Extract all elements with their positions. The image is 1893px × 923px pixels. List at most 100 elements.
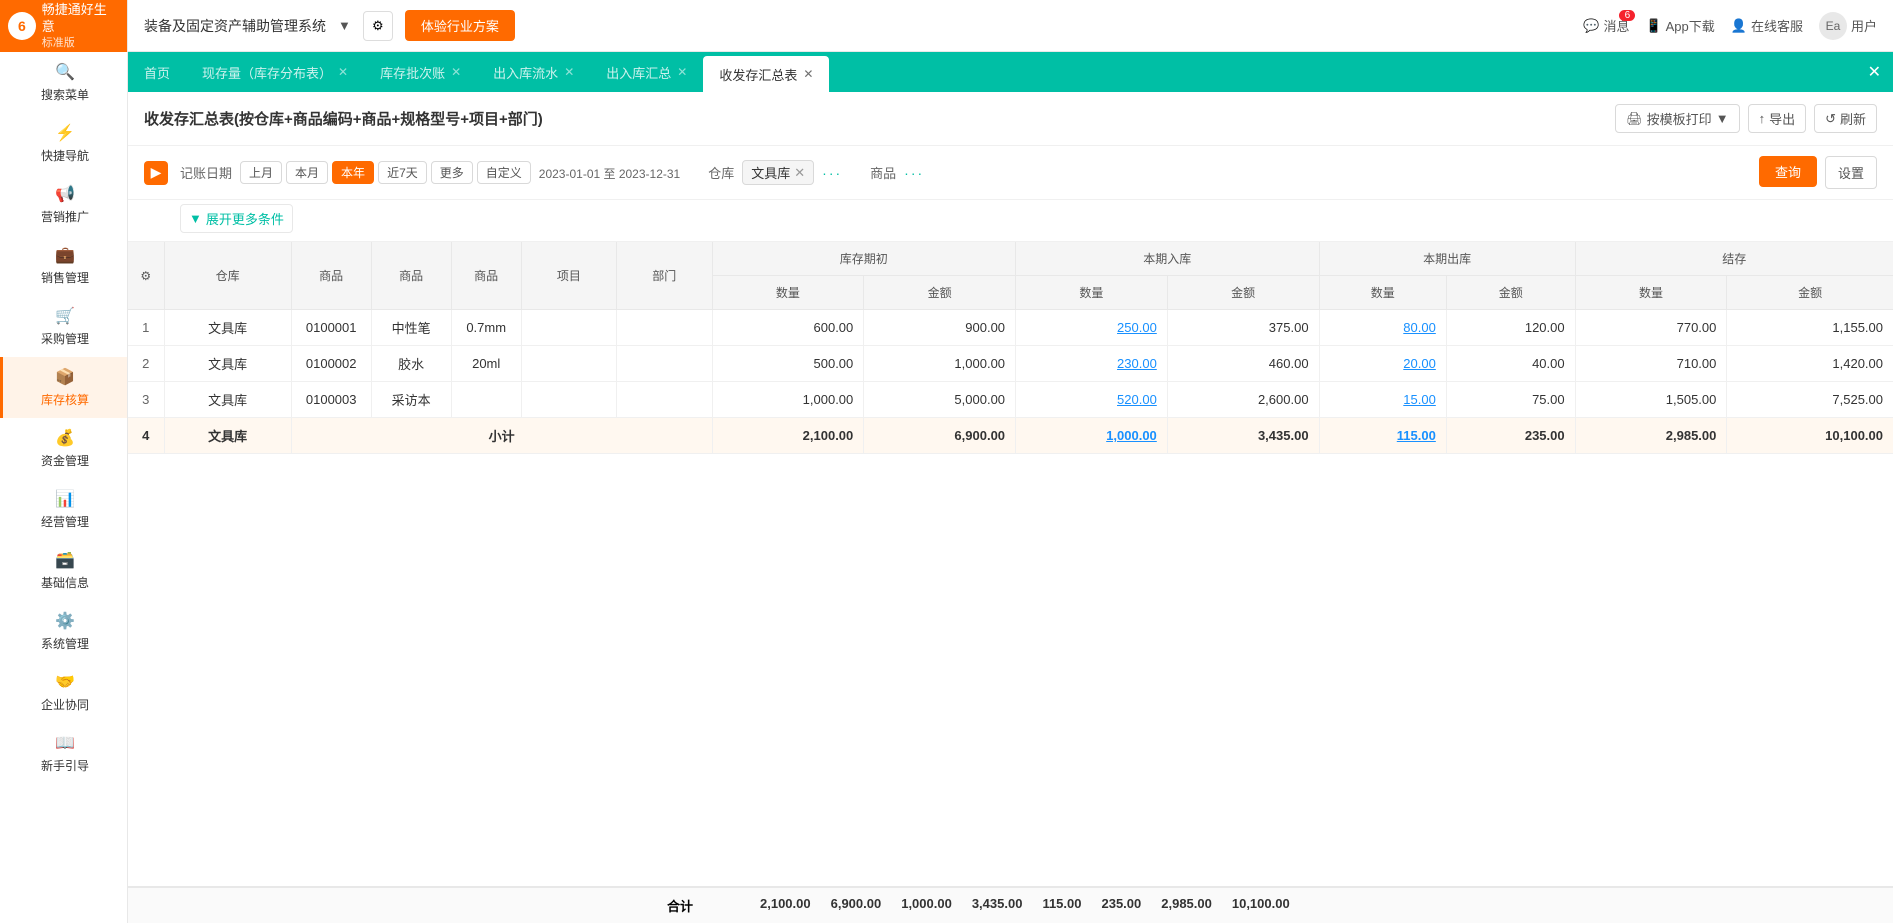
sidebar-item-库存核算[interactable]: 📦库存核算: [0, 357, 127, 418]
footer-project: [490, 896, 550, 915]
row-out-qty[interactable]: 20.00: [1319, 346, 1446, 382]
row-project: [521, 310, 616, 346]
row-bal-qty: 710.00: [1575, 346, 1727, 382]
page-header: 收发存汇总表(按仓库+商品编码+商品+规格型号+项目+部门) 🖨 按模板打印 ▼…: [128, 92, 1893, 146]
page-footer: 合计 2,100.00 6,900.00 1,000.00 3,435.00 1…: [128, 886, 1893, 923]
menu-icon: 💼: [55, 245, 75, 265]
tab-出入库汇总[interactable]: 出入库汇总✕: [590, 52, 703, 92]
th-in-qty: 数量: [1016, 276, 1168, 310]
query-button[interactable]: 查询: [1759, 156, 1817, 187]
date-btn-上月[interactable]: 上月: [240, 161, 282, 184]
menu-label: 销售管理: [41, 269, 89, 286]
sidebar-menu: 🔍搜索菜单⚡快捷导航📢营销推广 💼 销售管理 🛒采购管理📦库存核算💰资金管理📊经营管理…: [0, 52, 127, 784]
date-btn-自定义[interactable]: 自定义: [477, 161, 531, 184]
subtotal-out-qty[interactable]: 115.00: [1319, 418, 1446, 454]
tab-close-icon[interactable]: ✕: [451, 65, 461, 79]
filter-right-actions: 查询 设置: [1759, 156, 1877, 189]
th-begin-qty: 数量: [712, 276, 864, 310]
th-dept: 部门: [617, 242, 712, 310]
subtotal-bal-qty: 2,985.00: [1575, 418, 1727, 454]
sidebar-item-搜索菜单[interactable]: 🔍搜索菜单: [0, 52, 127, 113]
system-dropdown[interactable]: ▼: [338, 18, 351, 33]
row-spec: 20ml: [451, 346, 521, 382]
warehouse-tag-close[interactable]: ✕: [794, 165, 805, 181]
subtotal-begin-amount: 6,900.00: [864, 418, 1016, 454]
th-in-amount: 金额: [1167, 276, 1319, 310]
tab-close-icon[interactable]: ✕: [338, 65, 348, 79]
tab-close-icon[interactable]: ✕: [677, 65, 687, 79]
row-bal-qty: 770.00: [1575, 310, 1727, 346]
row-begin-amount: 900.00: [864, 310, 1016, 346]
row-bal-amount: 1,420.00: [1727, 346, 1893, 382]
sidebar-item-营销推广[interactable]: 📢营销推广: [0, 174, 127, 235]
tab-label: 首页: [144, 63, 170, 82]
topbar-left: 装备及固定资产辅助管理系统 ▼ ⚙ 体验行业方案: [144, 10, 515, 41]
print-button[interactable]: 🖨 按模板打印 ▼: [1615, 104, 1739, 133]
tab-首页[interactable]: 首页: [128, 52, 186, 92]
sidebar-item-基础信息[interactable]: 🗃️基础信息: [0, 540, 127, 601]
row-begin-qty: 600.00: [712, 310, 864, 346]
row-in-qty[interactable]: 250.00: [1016, 310, 1168, 346]
sidebar-item-企业协同[interactable]: 🤝企业协同: [0, 662, 127, 723]
date-btn-更多[interactable]: 更多: [431, 161, 473, 184]
warehouse-more[interactable]: ···: [822, 165, 842, 181]
row-out-qty[interactable]: 15.00: [1319, 382, 1446, 418]
row-num: 1: [128, 310, 164, 346]
filter-toggle[interactable]: ▶: [144, 161, 168, 185]
tab-label: 库存批次账: [380, 63, 445, 82]
refresh-button[interactable]: ↺ 刷新: [1814, 104, 1877, 133]
main-content: 装备及固定资产辅助管理系统 ▼ ⚙ 体验行业方案 💬 消息 6 📱 App下载 …: [128, 0, 1893, 923]
filter-bar: ▶ 记账日期 上月本月本年近7天更多自定义 2023-01-01 至 2023-…: [128, 146, 1893, 200]
date-btn-本月[interactable]: 本月: [286, 161, 328, 184]
subtotal-in-amount: 3,435.00: [1167, 418, 1319, 454]
trial-button[interactable]: 体验行业方案: [405, 10, 515, 41]
subtotal-in-qty[interactable]: 1,000.00: [1016, 418, 1168, 454]
date-btn-本年[interactable]: 本年: [332, 161, 374, 184]
sidebar-item-系统管理[interactable]: ⚙️系统管理: [0, 601, 127, 662]
th-begin: 库存期初: [712, 242, 1016, 276]
tab-close-icon[interactable]: ✕: [803, 67, 813, 81]
sidebar-item-快捷导航[interactable]: ⚡快捷导航: [0, 113, 127, 174]
menu-icon: ⚙️: [55, 611, 75, 631]
row-bal-amount: 1,155.00: [1727, 310, 1893, 346]
th-balance: 结存: [1575, 242, 1893, 276]
table-row: 1 文具库 0100001 中性笔 0.7mm 600.00 900.00 25…: [128, 310, 1893, 346]
expand-conditions-button[interactable]: ▼ 展开更多条件: [180, 204, 293, 233]
page-actions: 🖨 按模板打印 ▼ ↑ 导出 ↺ 刷新: [1615, 104, 1877, 133]
sidebar-item-经营管理[interactable]: 📊经营管理: [0, 479, 127, 540]
close-all-tabs[interactable]: ✕: [1856, 52, 1893, 92]
warehouse-tag: 文具库 ✕: [742, 160, 814, 185]
filter-settings-button[interactable]: 设置: [1825, 156, 1877, 189]
sidebar-item-资金管理[interactable]: 💰资金管理: [0, 418, 127, 479]
sidebar-item-新手引导[interactable]: 📖新手引导: [0, 723, 127, 784]
goods-more[interactable]: ···: [904, 165, 924, 181]
tab-出入库流水[interactable]: 出入库流水✕: [477, 52, 590, 92]
tab-现存量（库存分布表）[interactable]: 现存量（库存分布表）✕: [186, 52, 364, 92]
user-button[interactable]: Ea 用户: [1819, 12, 1877, 40]
row-dept: [617, 310, 712, 346]
menu-icon: 📊: [55, 489, 75, 509]
tab-库存批次账[interactable]: 库存批次账 ✕: [364, 52, 477, 92]
app-download-button[interactable]: 📱 App下载: [1645, 16, 1714, 35]
th-settings[interactable]: ⚙: [128, 242, 164, 310]
th-name: 商品: [371, 242, 451, 310]
row-out-qty[interactable]: 80.00: [1319, 310, 1446, 346]
settings-gear[interactable]: ⚙: [363, 11, 393, 41]
system-title: 装备及固定资产辅助管理系统: [144, 16, 326, 36]
export-button[interactable]: ↑ 导出: [1748, 104, 1807, 133]
tab-close-icon[interactable]: ✕: [564, 65, 574, 79]
data-table: ⚙ 仓库 商品 商品 商品 项目 部门 库存期初 本期入库 本期出库 结存 数量: [128, 242, 1893, 454]
menu-label: 快捷导航: [41, 147, 89, 164]
subtotal-begin-qty: 2,100.00: [712, 418, 864, 454]
sidebar-item-销售管理[interactable]: 💼 销售管理: [0, 235, 127, 296]
online-service-button[interactable]: 👤 在线客服: [1731, 16, 1803, 35]
date-btn-近7天[interactable]: 近7天: [378, 161, 427, 184]
row-in-qty[interactable]: 520.00: [1016, 382, 1168, 418]
row-code: 0100003: [291, 382, 371, 418]
message-button[interactable]: 💬 消息 6: [1583, 16, 1629, 35]
row-in-qty[interactable]: 230.00: [1016, 346, 1168, 382]
online-service-label: 在线客服: [1751, 16, 1803, 35]
menu-label: 搜索菜单: [41, 86, 89, 103]
tab-收发存汇总表[interactable]: 收发存汇总表✕: [703, 56, 829, 92]
sidebar-item-采购管理[interactable]: 🛒采购管理: [0, 296, 127, 357]
